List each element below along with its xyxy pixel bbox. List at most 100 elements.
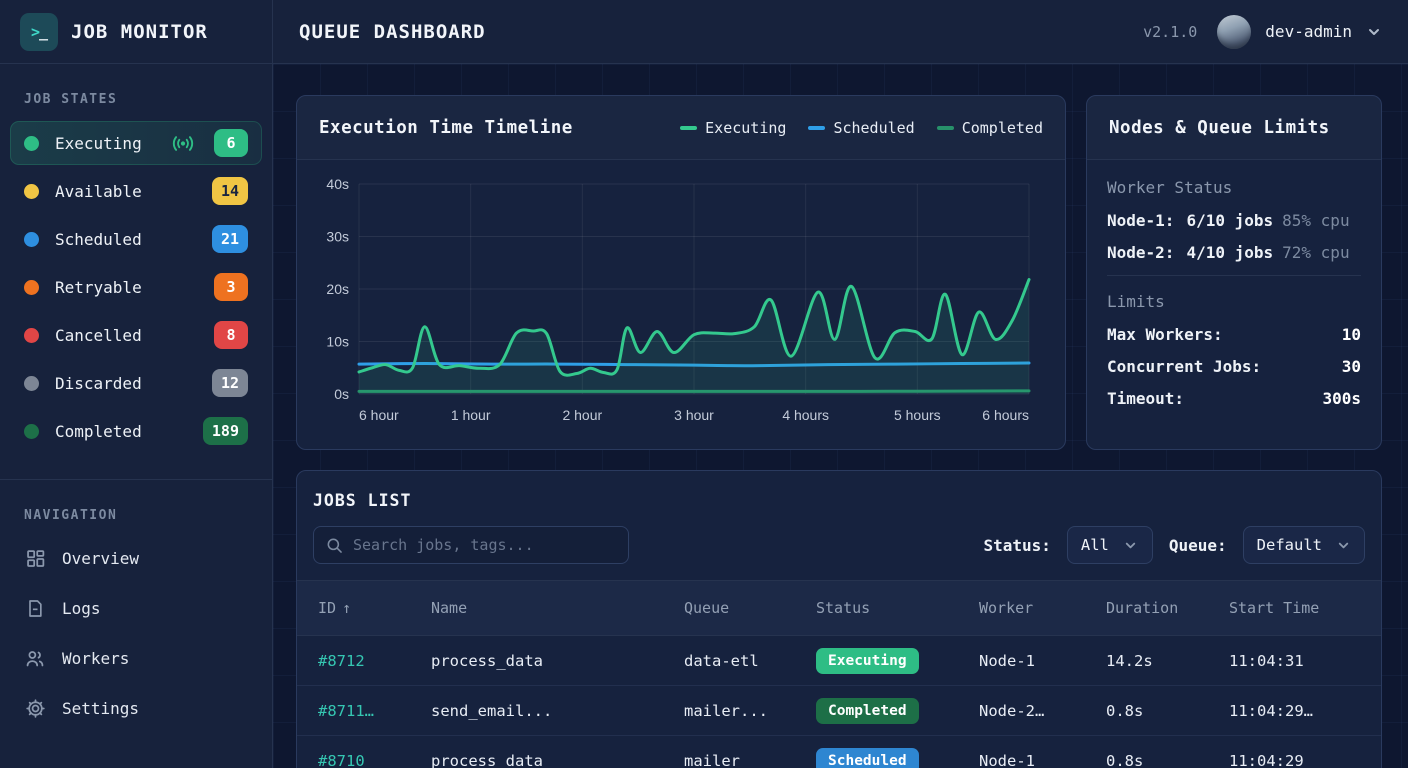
jobs-filters: Status: All Queue: Default [983,526,1365,564]
jobs-search-box[interactable] [313,526,629,564]
sidebar-state-completed[interactable]: Completed 189 [10,409,262,453]
jobs-search-input[interactable] [353,536,616,554]
jobs-table-header-row: ID ↑ Name Queue Status Worker Duration Start Ti… [297,580,1381,636]
state-label: Available [55,181,142,201]
svg-text:2 hour: 2 hour [562,407,602,423]
state-count-badge: 8 [214,321,248,349]
app-brand: > _ JOB MONITOR [0,0,272,64]
column-header-id[interactable]: ID ↑ [318,599,431,617]
sidebar-item-overview[interactable]: Overview [10,537,262,579]
queue-select-value: Default [1256,536,1322,554]
legend-item-executing[interactable]: Executing [680,119,786,137]
status-badge: Executing [816,647,919,674]
state-label: Scheduled [55,229,142,249]
state-label: Executing [55,133,142,153]
sidebar-divider [0,479,272,480]
sidebar-state-executing[interactable]: Executing 6 [10,121,262,165]
svg-text:5 hours: 5 hours [894,407,941,423]
legend-item-completed[interactable]: Completed [936,118,1043,137]
column-header-worker: Worker [979,599,1034,617]
job-start-time: 11:04:29 [1229,751,1304,768]
svg-text:4 hours: 4 hours [782,407,829,423]
sidebar-state-discarded[interactable]: Discarded 12 [10,361,262,405]
chart-area: 0s 10s 20s 30s 40s 6 hour 1 hour 2 hour 3 hour 4 … [297,160,1065,449]
status-select[interactable]: All [1066,526,1153,564]
job-start-time: 11:04:29… [1229,701,1313,720]
chevron-down-icon [1336,538,1351,553]
sidebar-item-logs[interactable]: Logs [10,587,262,629]
job-duration: 0.8s [1106,701,1144,720]
legend-label: Scheduled [833,118,915,137]
table-row[interactable]: #8711… send_email... mailer... Completed Nod… [297,686,1381,736]
queue-filter-label: Queue: [1168,535,1227,555]
limit-label: Max Workers: [1107,325,1223,344]
sidebar-state-available[interactable]: Available 14 [10,169,262,213]
terminal-icon-underscore: _ [39,22,48,41]
worker-status-row: Node-1: 6/10 jobs 85% cpu [1107,211,1361,230]
sidebar-item-settings[interactable]: Settings [10,687,262,729]
limit-label: Timeout: [1107,389,1185,408]
column-header-status: Status [816,599,871,617]
nodes-limits-card: Nodes & Queue Limits Worker Status Node-… [1086,95,1382,450]
sort-ascending-icon: ↑ [342,599,352,617]
live-broadcast-icon [170,135,196,152]
limit-row: Max Workers: 10 [1107,325,1361,344]
state-count-badge: 12 [211,369,248,397]
jobs-list-title: JOBS LIST [313,491,412,510]
user-avatar[interactable] [1217,14,1252,49]
limit-value: 300s [1322,389,1361,408]
legend-item-scheduled[interactable]: Scheduled [808,118,915,137]
limit-value: 30 [1341,357,1361,376]
navigation-header: NAVIGATION [24,508,118,523]
worker-jobs: 4/10 jobs [1186,243,1274,262]
job-id-link[interactable]: #8711… [318,702,431,720]
user-menu-chevron-down-icon[interactable] [1366,24,1382,40]
state-count-badge: 21 [211,225,248,253]
timeline-chart: 0s 10s 20s 30s 40s 6 hour 1 hour 2 hour 3 hour 4 … [326,176,1031,423]
state-dot-icon [24,279,39,295]
chevron-down-icon [1123,538,1138,553]
worker-status-row: Node-2: 4/10 jobs 72% cpu [1107,243,1361,262]
job-id-link[interactable]: #8712 [318,652,431,670]
dashboard-content: Execution Time Timeline Executing Schedul… [273,64,1408,768]
state-dot-icon [24,327,39,343]
sidebar-state-retryable[interactable]: Retryable 3 [10,265,262,309]
sidebar: > _ JOB MONITOR JOB STATES Executing 6 Avai… [0,0,273,768]
state-label: Retryable [55,277,142,297]
state-label: Discarded [55,373,142,393]
legend-label: Completed [961,118,1043,137]
nav-label: Workers [62,648,130,668]
state-count-badge: 6 [214,129,248,157]
queue-select[interactable]: Default [1242,526,1365,564]
nav-label: Settings [62,698,140,718]
gear-icon [24,698,46,719]
job-id-link[interactable]: #8710 [318,752,431,768]
state-dot-icon [24,231,39,247]
job-start-time: 11:04:31 [1229,651,1304,670]
svg-text:6 hours: 6 hours [982,407,1029,423]
username[interactable]: dev-admin [1265,22,1352,41]
column-header-name: Name [431,599,468,617]
version-label: v2.1.0 [1143,22,1198,41]
job-name: process_data [431,751,543,768]
table-row[interactable]: #8712 process_data data-etl Executing Node-1… [297,636,1381,686]
job-worker: Node-2… [979,701,1045,720]
table-row[interactable]: #8710 process_data mailer Scheduled Node-1 0.… [297,736,1381,768]
legend-dash-icon [808,125,826,130]
job-worker: Node-1 [979,651,1035,670]
state-count-badge: 3 [214,273,248,301]
column-header-start-time: Start Time [1229,599,1320,617]
status-select-value: All [1080,536,1109,554]
job-name: send_email... [431,701,553,720]
sidebar-item-workers[interactable]: Workers [10,637,262,679]
sidebar-state-cancelled[interactable]: Cancelled 8 [10,313,262,357]
worker-name: Node-1: [1107,211,1175,230]
state-dot-icon [24,423,39,439]
svg-text:1 hour: 1 hour [451,407,491,423]
job-queue: data-etl [684,651,759,670]
sidebar-state-scheduled[interactable]: Scheduled 21 [10,217,262,261]
job-status-cell: Completed [816,697,979,724]
state-dot-icon [24,375,39,391]
people-icon [24,648,46,669]
status-badge: Completed [816,697,919,724]
